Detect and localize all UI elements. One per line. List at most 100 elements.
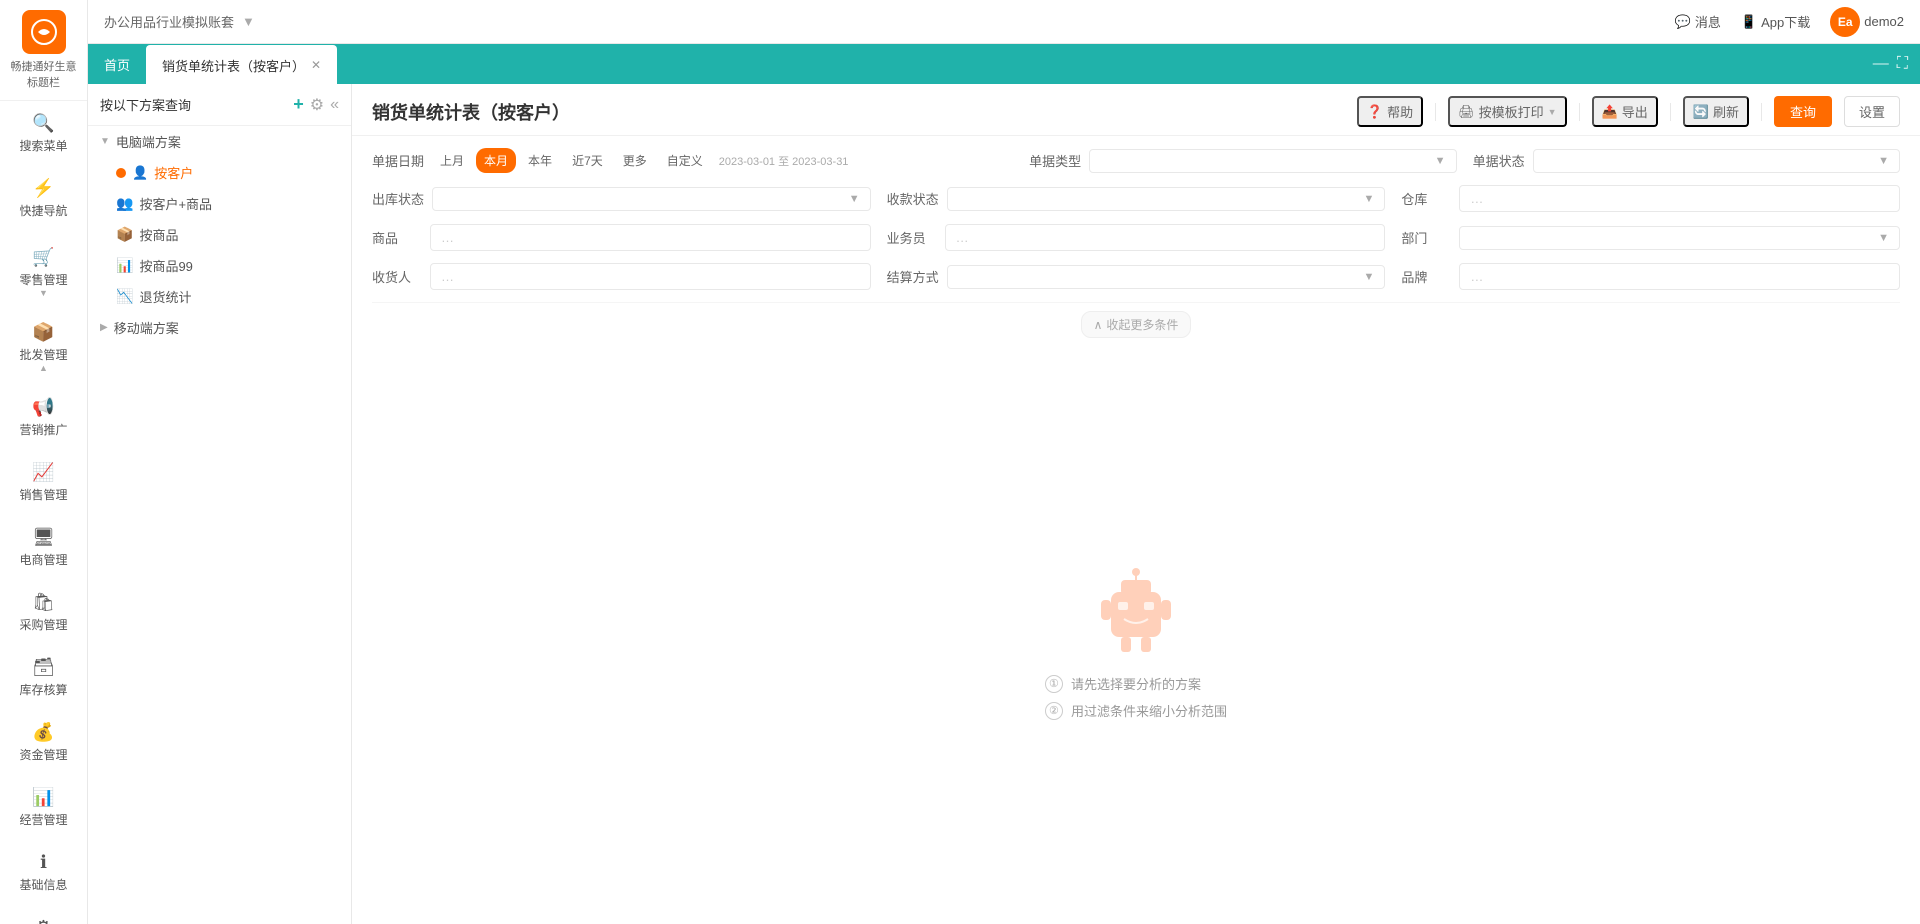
- app-download-label: App下载: [1761, 12, 1810, 31]
- warehouse-input[interactable]: …: [1459, 185, 1900, 212]
- header-divider-2: [1579, 103, 1580, 121]
- active-indicator: [116, 168, 126, 178]
- date-btn-custom[interactable]: 自定义: [659, 148, 711, 173]
- filter-doctype: 单据类型 ▼: [1029, 149, 1456, 173]
- user-profile[interactable]: Ea demo2: [1830, 7, 1904, 37]
- tab-home[interactable]: 首页: [88, 44, 146, 84]
- scheme-by-customer[interactable]: 👤 按客户: [100, 157, 351, 188]
- filter-docstatus: 单据状态 ▼: [1473, 149, 1900, 173]
- tab-maximize-btn[interactable]: ⛶: [1897, 55, 1908, 73]
- settle-chevron-icon: ▼: [1363, 271, 1374, 283]
- print-btn[interactable]: 🖨 按模板打印 ▼: [1448, 96, 1566, 127]
- receiver-input[interactable]: …: [430, 263, 871, 290]
- app-download-btn[interactable]: 📱 App下载: [1741, 12, 1810, 31]
- outstatus-label: 出库状态: [372, 189, 424, 208]
- right-panel: 销货单统计表（按客户） ❓ 帮助 🖨 按模板打印 ▼ 📤: [352, 84, 1920, 924]
- empty-state: ① 请先选择要分析的方案 ② 用过滤条件来缩小分析范围: [352, 358, 1920, 924]
- step-num-2: ②: [1045, 702, 1063, 720]
- date-btn-lastmonth[interactable]: 上月: [432, 148, 472, 173]
- message-btn[interactable]: 💬 消息: [1675, 12, 1721, 31]
- filter-date: 单据日期 上月 本月 本年 近7天 更多 自定义 2023-03-01 至 20…: [372, 148, 1013, 173]
- tab-sales-stat[interactable]: 销货单统计表（按客户） ✕: [146, 45, 337, 85]
- salesperson-dots: …: [956, 230, 969, 245]
- scheme-customer-label: 按客户: [154, 163, 193, 182]
- outstatus-select[interactable]: ▼: [432, 187, 871, 211]
- sidebar-item-label-sales: 销售管理: [19, 486, 67, 503]
- username: demo2: [1864, 14, 1904, 29]
- header-divider-1: [1435, 103, 1436, 121]
- settle-select[interactable]: ▼: [947, 265, 1386, 289]
- date-btn-7days[interactable]: 近7天: [564, 148, 611, 173]
- account-dropdown-icon[interactable]: ▼: [242, 14, 255, 29]
- collapse-icon: ∧: [1094, 318, 1103, 332]
- goods-input[interactable]: …: [430, 224, 871, 251]
- sidebar-item-search[interactable]: 🔍 搜索菜单: [0, 101, 87, 166]
- sidebar-item-management[interactable]: 📊 经营管理: [0, 775, 87, 840]
- edit-scheme-btn[interactable]: ⚙: [310, 95, 324, 115]
- export-btn[interactable]: 📤 导出: [1592, 96, 1658, 127]
- sidebar-item-retail[interactable]: 🛒 零售管理 ▼: [0, 235, 87, 310]
- docstatus-select[interactable]: ▼: [1533, 149, 1900, 173]
- empty-step-2-text: 用过滤条件来缩小分析范围: [1071, 701, 1227, 720]
- step-num-1: ①: [1045, 675, 1063, 693]
- app-subtitle: 标题栏: [27, 74, 60, 90]
- date-btn-thisyear[interactable]: 本年: [520, 148, 560, 173]
- header-divider-4: [1761, 103, 1762, 121]
- sidebar-item-label-marketing: 营销推广: [19, 421, 67, 438]
- collapse-panel-btn[interactable]: «: [330, 96, 339, 114]
- inventory-icon: 🗃: [32, 657, 55, 678]
- goods-dots: …: [441, 230, 454, 245]
- scheme-returns[interactable]: 📉 退货统计: [100, 281, 351, 312]
- brand-input[interactable]: …: [1459, 263, 1900, 290]
- message-icon: 💬: [1675, 14, 1691, 30]
- export-icon: 📤: [1602, 104, 1618, 120]
- collapse-label: 收起更多条件: [1106, 316, 1178, 333]
- collapse-more-btn[interactable]: ∧ 收起更多条件: [1081, 311, 1192, 338]
- sidebar-item-purchase[interactable]: 🛍 采购管理: [0, 580, 87, 645]
- main-area: 办公用品行业模拟账套 ▼ 💬 消息 📱 App下载 Ea demo2 首页 销货…: [88, 0, 1920, 924]
- sidebar-item-system[interactable]: ⚙ 系统管理: [0, 905, 87, 924]
- purchase-icon: 🛍: [32, 592, 55, 613]
- warehouse-dots: …: [1470, 191, 1483, 206]
- sidebar-item-basic-info[interactable]: ℹ 基础信息: [0, 840, 87, 905]
- scheme-by-customer-goods[interactable]: 👥 按客户+商品: [100, 188, 351, 219]
- print-label: 按模板打印: [1479, 102, 1544, 121]
- sidebar-item-quicknav[interactable]: ⚡ 快捷导航: [0, 166, 87, 231]
- doctype-select[interactable]: ▼: [1089, 149, 1456, 173]
- dept-select[interactable]: ▼: [1459, 226, 1900, 250]
- date-btn-more[interactable]: 更多: [615, 148, 655, 173]
- scheme-customer-icon: 👤: [132, 165, 148, 181]
- filter-row-4: 收货人 … 结算方式 ▼ 品牌: [372, 263, 1900, 290]
- sidebar-item-ecommerce[interactable]: 🖥 电商管理: [0, 515, 87, 580]
- app-logo[interactable]: 畅捷通好生意 标题栏: [0, 0, 87, 101]
- settings-btn[interactable]: 设置: [1844, 96, 1900, 127]
- mobile-scheme-group[interactable]: ▶ 移动端方案: [88, 312, 351, 343]
- sidebar-item-inventory[interactable]: 🗃 库存核算: [0, 645, 87, 710]
- refresh-btn[interactable]: 🔄 刷新: [1683, 96, 1749, 127]
- sidebar-item-sales[interactable]: 📈 销售管理: [0, 450, 87, 515]
- page-header: 销货单统计表（按客户） ❓ 帮助 🖨 按模板打印 ▼ 📤: [352, 84, 1920, 136]
- sidebar-item-marketing[interactable]: 📢 营销推广: [0, 385, 87, 450]
- brand-label: 品牌: [1401, 267, 1451, 286]
- sidebar-item-finance[interactable]: 💰 资金管理: [0, 710, 87, 775]
- help-btn[interactable]: ❓ 帮助: [1357, 96, 1423, 127]
- desktop-scheme-group[interactable]: ▼ 电脑端方案: [88, 126, 351, 157]
- scheme-by-goods[interactable]: 📦 按商品: [100, 219, 351, 250]
- filter-goods: 商品 …: [372, 224, 871, 251]
- collectstatus-chevron-icon: ▼: [1363, 193, 1374, 205]
- basic-info-icon: ℹ: [40, 852, 47, 873]
- tab-minimize-btn[interactable]: —: [1873, 55, 1889, 73]
- finance-icon: 💰: [32, 722, 54, 743]
- scheme-goods-icon: 📦: [116, 226, 133, 243]
- topbar: 办公用品行业模拟账套 ▼ 💬 消息 📱 App下载 Ea demo2: [88, 0, 1920, 44]
- tab-close-icon[interactable]: ✕: [311, 58, 321, 72]
- sidebar-item-wholesale[interactable]: 📦 批发管理 ▲: [0, 310, 87, 385]
- add-scheme-btn[interactable]: +: [293, 94, 304, 115]
- salesperson-input[interactable]: …: [945, 224, 1386, 251]
- scheme-returns-icon: 📉: [116, 288, 133, 305]
- query-btn[interactable]: 查询: [1774, 96, 1832, 127]
- collectstatus-select[interactable]: ▼: [947, 187, 1386, 211]
- date-btn-thismonth[interactable]: 本月: [476, 148, 516, 173]
- left-panel-actions: + ⚙ «: [293, 94, 339, 115]
- scheme-by-goods99[interactable]: 📊 按商品99: [100, 250, 351, 281]
